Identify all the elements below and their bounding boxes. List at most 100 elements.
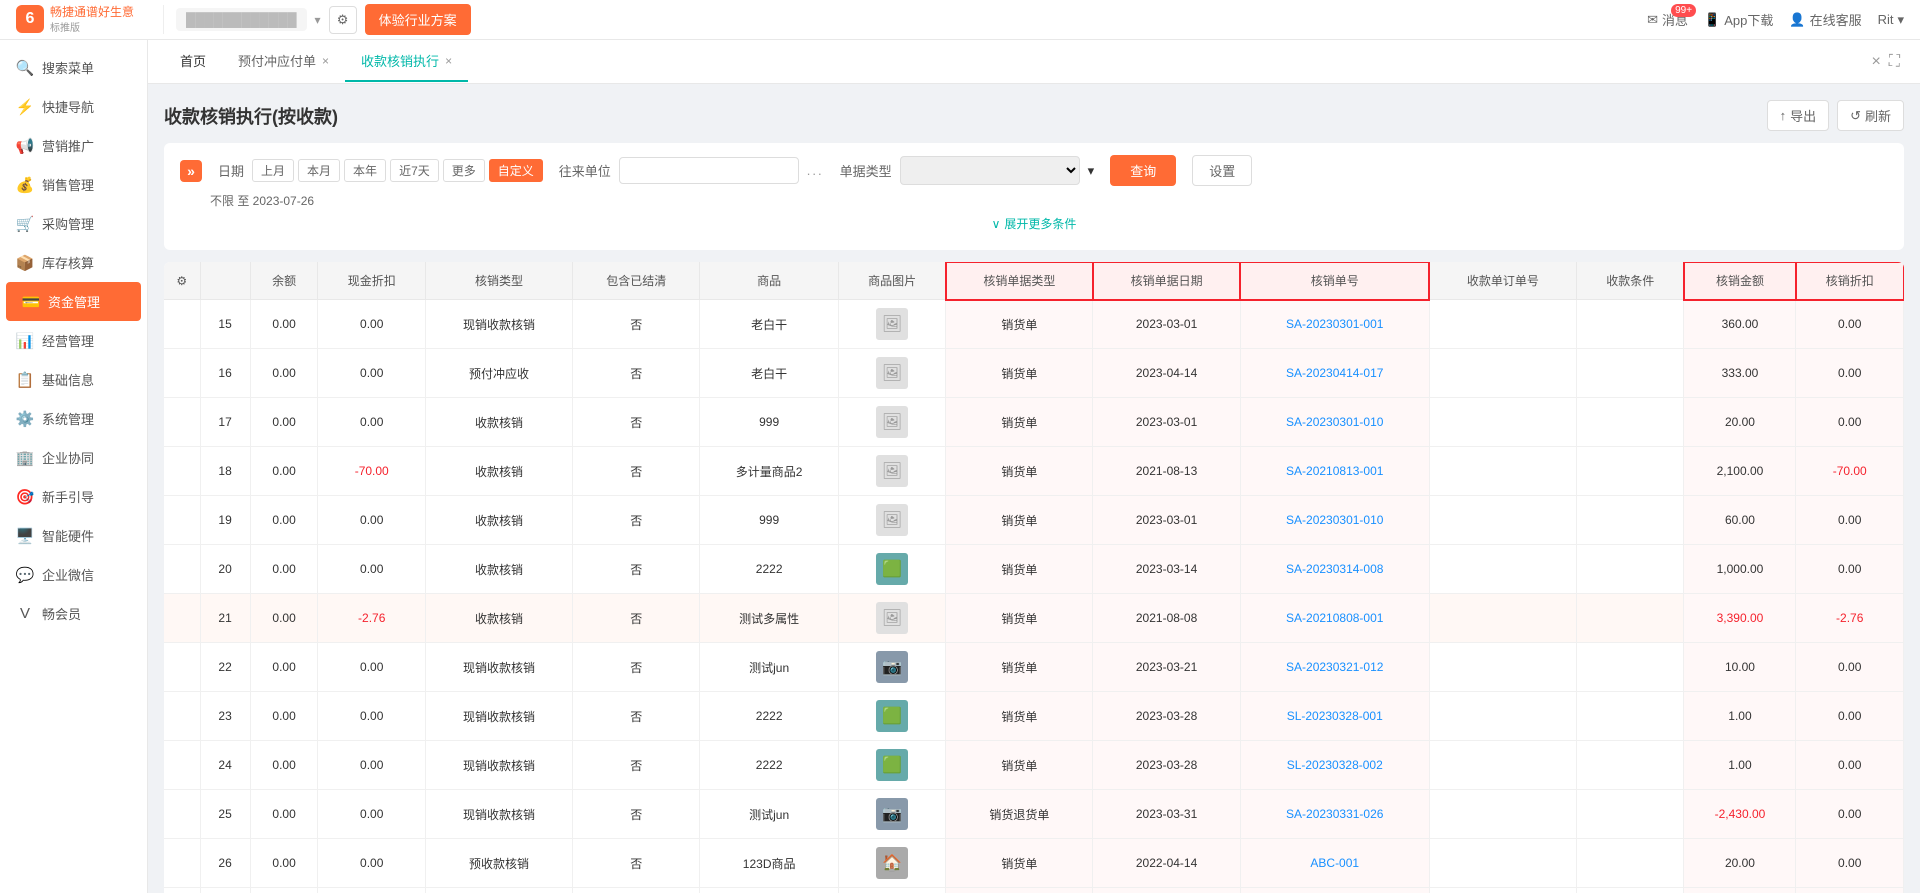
cell-verify-type: 预收款核销 (425, 839, 572, 888)
layout: 🔍 搜索菜单 ⚡ 快捷导航 📢 营销推广 💰 销售管理 🛒 采购管理 📦 库存核… (0, 40, 1920, 893)
date-btn-7days[interactable]: 近7天 (390, 159, 439, 182)
bill-no-link[interactable]: SA-20210813-001 (1286, 464, 1383, 478)
date-btn-last-month[interactable]: 上月 (252, 159, 294, 182)
bill-type-filter-group: 单据类型 ▾ (840, 156, 1095, 185)
cell-verify-type: 收款核销 (425, 398, 572, 447)
expand-more-btn[interactable]: ∨ 展开更多条件 (180, 209, 1888, 238)
bill-no-link[interactable]: SL-20230328-002 (1287, 758, 1383, 772)
date-btn-more[interactable]: 更多 (443, 159, 485, 182)
tab-close-all-btn[interactable]: × (1867, 49, 1884, 75)
bill-no-link[interactable]: SL-20230328-001 (1287, 709, 1383, 723)
bill-no-link[interactable]: SA-20230314-008 (1286, 562, 1383, 576)
tab-home[interactable]: 首页 (164, 41, 222, 82)
sidebar-item-purchase[interactable]: 🛒 采购管理 (0, 204, 147, 243)
cell-balance: 0.00 (250, 496, 318, 545)
app-download-btn[interactable]: 📱 App下载 (1704, 10, 1773, 29)
cell-verify-bill-no[interactable]: SA-20230301-010 (1240, 496, 1429, 545)
cell-verify-bill-no[interactable]: SA-20230301-001 (1240, 300, 1429, 349)
cell-verify-bill-no[interactable]: SA-20230331-026 (1240, 790, 1429, 839)
sidebar-item-hardware[interactable]: 🖥️ 智能硬件 (0, 516, 147, 555)
export-btn[interactable]: ↑ 导出 (1767, 100, 1830, 131)
refresh-btn[interactable]: ↺ 刷新 (1837, 100, 1904, 131)
filter-row: » 日期 上月 本月 本年 近7天 更多 自定义 往来单位 (180, 155, 1888, 186)
cell-goods: 测试jun (700, 790, 838, 839)
sidebar-item-search[interactable]: 🔍 搜索菜单 (0, 48, 147, 87)
cell-verify-amount: 1.00 (1684, 692, 1796, 741)
cell-verify-bill-no[interactable]: SA-20230301-010 (1240, 398, 1429, 447)
dropdown-arrow-icon[interactable]: ▾ (315, 13, 321, 27)
cell-verify-amount: 60.00 (1684, 496, 1796, 545)
tab-collection-close-icon[interactable]: × (445, 54, 452, 68)
cell-verify-bill-no[interactable]: SA-20230314-008 (1240, 545, 1429, 594)
cell-include-settled: 否 (573, 741, 700, 790)
query-btn[interactable]: 查询 (1110, 155, 1176, 186)
cell-balance: 0.00 (250, 839, 318, 888)
sidebar-item-wechat[interactable]: 💬 企业微信 (0, 555, 147, 594)
cell-settings (164, 741, 200, 790)
sidebar-item-system[interactable]: ⚙️ 系统管理 (0, 399, 147, 438)
sidebar-item-corp[interactable]: 🏢 企业协同 (0, 438, 147, 477)
tab-prepay-close-icon[interactable]: × (322, 54, 329, 68)
notification-btn[interactable]: ✉ 消息 99+ (1647, 10, 1688, 29)
bill-no-link[interactable]: SA-20210808-001 (1286, 611, 1383, 625)
bill-no-link[interactable]: SA-20230301-010 (1286, 513, 1383, 527)
bill-no-link[interactable]: ABC-001 (1310, 856, 1359, 870)
cell-verify-bill-no[interactable]: SA-20230414-017 (1240, 349, 1429, 398)
cell-verify-bill-no[interactable]: SA-20210813-001 (1240, 447, 1429, 496)
goods-image: 🟩 (876, 553, 908, 585)
counterparty-input[interactable] (619, 157, 799, 184)
setting-btn[interactable]: 设置 (1192, 155, 1252, 186)
online-service-btn[interactable]: 👤 在线客服 (1789, 10, 1861, 29)
sidebar-item-capital[interactable]: 💳 资金管理 (6, 282, 141, 321)
settings-button[interactable]: ⚙ (329, 6, 357, 34)
sidebar-item-sales[interactable]: 💰 销售管理 (0, 165, 147, 204)
bill-no-link[interactable]: SA-20230301-010 (1286, 415, 1383, 429)
date-btn-this-year[interactable]: 本年 (344, 159, 386, 182)
date-btn-this-month[interactable]: 本月 (298, 159, 340, 182)
cell-cash-discount: 0.00 (318, 741, 425, 790)
sidebar-item-basic[interactable]: 📋 基础信息 (0, 360, 147, 399)
date-btn-custom[interactable]: 自定义 (489, 159, 543, 182)
user-name[interactable]: Rit ▾ (1878, 12, 1904, 28)
industry-btn[interactable]: 体验行业方案 (365, 4, 471, 35)
tab-prepay[interactable]: 预付冲应付单 × (222, 41, 345, 82)
bill-no-link[interactable]: SA-20230331-026 (1286, 807, 1383, 821)
bill-type-select[interactable] (900, 156, 1080, 185)
table-wrap: ⚙ 余额 现金折扣 核销类型 包含已结清 商品 商品图片 核销单据类型 核销单据… (164, 262, 1904, 893)
cell-verify-amount: 3,390.00 (1684, 594, 1796, 643)
tab-collection[interactable]: 收款核销执行 × (345, 41, 468, 82)
cell-verify-bill-no[interactable]: SL-20230408-001 (1240, 888, 1429, 893)
cell-verify-bill-type: 销货退货单 (946, 790, 1093, 839)
cell-verify-bill-no[interactable]: SL-20230328-001 (1240, 692, 1429, 741)
wechat-icon: 💬 (16, 566, 34, 584)
cell-verify-bill-no[interactable]: SL-20230328-002 (1240, 741, 1429, 790)
tab-expand-btn[interactable]: ⛶ (1885, 49, 1904, 75)
cell-balance: 0.00 (250, 398, 318, 447)
bill-no-link[interactable]: SA-20230321-012 (1286, 660, 1383, 674)
bill-no-link[interactable]: SA-20230414-017 (1286, 366, 1383, 380)
sidebar-item-newbie[interactable]: 🎯 新手引导 (0, 477, 147, 516)
sidebar-item-member[interactable]: V 畅会员 (0, 594, 147, 633)
cell-verify-discount: 0.00 (1796, 839, 1904, 888)
cell-goods-img: 🖼 (838, 496, 945, 545)
bill-no-link[interactable]: SA-20230301-001 (1286, 317, 1383, 331)
cell-verify-bill-date: 2023-03-01 (1093, 496, 1240, 545)
cell-verify-bill-no[interactable]: SA-20230321-012 (1240, 643, 1429, 692)
cell-verify-bill-no[interactable]: SA-20210808-001 (1240, 594, 1429, 643)
cell-verify-amount: 1,000.00 (1684, 545, 1796, 594)
cell-cash-discount: 0.00 (318, 349, 425, 398)
top-bar-right: ✉ 消息 99+ 📱 App下载 👤 在线客服 Rit ▾ (1647, 10, 1904, 29)
cell-verify-bill-date: 2022-04-14 (1093, 839, 1240, 888)
sidebar-item-operation[interactable]: 📊 经营管理 (0, 321, 147, 360)
table-header-row: ⚙ 余额 现金折扣 核销类型 包含已结清 商品 商品图片 核销单据类型 核销单据… (164, 262, 1904, 300)
sidebar-item-marketing[interactable]: 📢 营销推广 (0, 126, 147, 165)
cell-verify-bill-no[interactable]: ABC-001 (1240, 839, 1429, 888)
cell-balance: 0.00 (250, 790, 318, 839)
filter-expand-btn[interactable]: » (180, 160, 202, 182)
sidebar-item-inventory[interactable]: 📦 库存核算 (0, 243, 147, 282)
th-settings[interactable]: ⚙ (164, 262, 200, 300)
cell-settings (164, 594, 200, 643)
sidebar-item-quick-nav[interactable]: ⚡ 快捷导航 (0, 87, 147, 126)
page-title: 收款核销执行(按收款) (164, 103, 338, 129)
cell-collect-order-no (1429, 398, 1576, 447)
